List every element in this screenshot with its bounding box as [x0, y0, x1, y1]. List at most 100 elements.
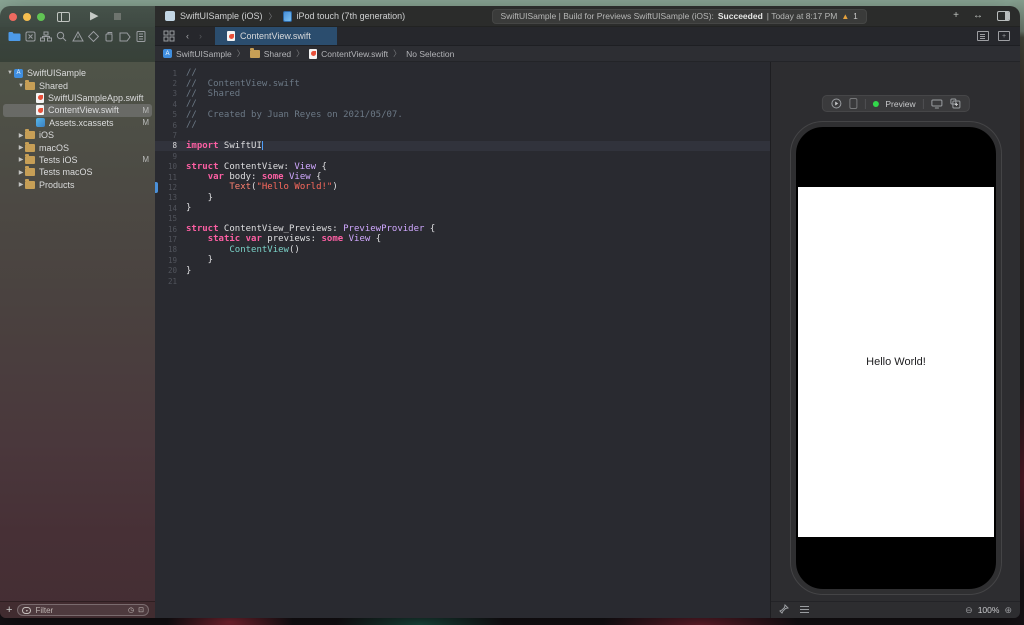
code-line-21[interactable]: 21 [155, 276, 770, 286]
sidebar-item-macos[interactable]: ▶ macOS [0, 141, 155, 153]
file-label: iOS [39, 130, 55, 141]
code-line-9[interactable]: 9 [155, 151, 770, 161]
disclosure-triangle-icon[interactable]: ▶ [17, 156, 25, 163]
code-line-19[interactable]: 19 } [155, 255, 770, 265]
code-line-18[interactable]: 18 ContentView() [155, 245, 770, 255]
code-line-3[interactable]: 3 // Shared [155, 89, 770, 99]
add-file-button[interactable]: + [6, 604, 12, 616]
issue-navigator-icon[interactable] [71, 30, 84, 43]
source-editor[interactable]: 1 // 2 // ContentView.swift 3 // Shared 4 // 5 //… [155, 62, 770, 618]
code-text: // [186, 99, 197, 110]
report-navigator-icon[interactable] [134, 30, 147, 43]
breadcrumb-item[interactable]: A SwiftUISample [163, 49, 232, 59]
filter-field[interactable]: ▾ Filter ◷ ⊡ [17, 604, 149, 616]
sidebar-item-tests-ios[interactable]: ▶ Tests iOS M [0, 153, 155, 166]
sidebar-item-shared[interactable]: ▼ Shared [0, 79, 155, 91]
sidebar-item-swiftuisampleapp-swift[interactable]: SwiftUISampleApp.swift [0, 92, 155, 104]
sidebar-item-ios[interactable]: ▶ iOS [0, 129, 155, 141]
text-cursor [261, 140, 263, 150]
forward-button[interactable]: › [194, 31, 207, 41]
code-line-5[interactable]: 5 // Created by Juan Reyes on 2021/05/07. [155, 110, 770, 120]
folder-icon [25, 153, 35, 164]
breadcrumb-item[interactable]: No Selection [406, 49, 454, 59]
duplicate-preview-icon[interactable] [950, 98, 961, 109]
xcode-window: ▶ SwiftUISample (iOS) 〉 iPod touch (7th … [0, 6, 1020, 618]
filter-placeholder: Filter [35, 605, 54, 615]
pin-preview-icon[interactable] [779, 603, 790, 616]
code-line-16[interactable]: 16 struct ContentView_Previews: PreviewPr… [155, 224, 770, 234]
inspector-toggle-icon[interactable] [997, 11, 1010, 21]
code-line-8[interactable]: 8 import SwiftUI [155, 140, 770, 152]
sidebar-item-swiftuisample[interactable]: ▼ A SwiftUISample [0, 67, 155, 79]
preview-on-device-icon[interactable] [931, 99, 943, 109]
sidebar-item-assets-xcassets[interactable]: Assets.xcassets M [0, 117, 155, 129]
sidebar-item-products[interactable]: ▶ Products [0, 178, 155, 191]
zoom-window-button[interactable] [37, 12, 45, 21]
warning-icon[interactable]: ▲ [841, 12, 849, 21]
code-line-7[interactable]: 7 [155, 130, 770, 140]
breadcrumb-row: A SwiftUISample 〉 Shared 〉 ContentView.swift 〉… [0, 46, 1020, 62]
device-screen[interactable]: Hello World! [798, 187, 994, 537]
preview-list-icon[interactable] [799, 605, 810, 616]
run-button[interactable]: ▶ [90, 11, 98, 22]
navigator-toggle-icon[interactable] [57, 11, 70, 22]
source-control-filter-icon[interactable]: ⊡ [138, 606, 144, 614]
add-editor-icon[interactable]: + [998, 31, 1010, 41]
code-line-10[interactable]: 10 struct ContentView: View { [155, 162, 770, 172]
back-button[interactable]: ‹ [181, 31, 194, 41]
line-number: 5 [172, 110, 177, 120]
zoom-level[interactable]: 100% [978, 605, 1000, 615]
warning-count[interactable]: 1 [853, 12, 857, 21]
zoom-in-icon[interactable]: ⊕ [1004, 605, 1012, 616]
debug-navigator-icon[interactable] [103, 30, 116, 43]
code-line-11[interactable]: 11 var body: some View { [155, 172, 770, 182]
code-text: import SwiftUI [186, 140, 263, 151]
related-items-icon[interactable] [163, 30, 175, 42]
disclosure-triangle-icon[interactable]: ▼ [17, 83, 25, 89]
file-label: Products [39, 179, 75, 190]
code-line-20[interactable]: 20} [155, 265, 770, 276]
find-navigator-icon[interactable] [55, 30, 68, 43]
version-editor-icon[interactable]: ↔ [973, 11, 983, 21]
minimize-window-button[interactable] [23, 12, 31, 21]
sidebar-item-contentview-swift[interactable]: ContentView.swift M [0, 104, 155, 117]
destination-name[interactable]: iPod touch (7th generation) [297, 11, 406, 21]
code-line-17[interactable]: 17 static var previews: some View { [155, 234, 770, 244]
code-line-13[interactable]: 13 } [155, 193, 770, 203]
file-tree: ▼ A SwiftUISample ▼ Shared SwiftUISampleApp.s… [0, 62, 155, 601]
scheme-name[interactable]: SwiftUISample (iOS) [180, 11, 263, 21]
sidebar-item-tests-macos[interactable]: ▶ Tests macOS [0, 166, 155, 178]
code-line-2[interactable]: 2 // ContentView.swift [155, 78, 770, 89]
recent-files-icon[interactable]: ◷ [128, 606, 134, 614]
breadcrumb-item[interactable]: Shared [249, 47, 291, 59]
code-line-12[interactable]: 12 Text("Hello World!") [155, 182, 770, 193]
test-navigator-icon[interactable] [87, 30, 100, 43]
code-line-14[interactable]: 14} [155, 203, 770, 213]
line-number: 18 [167, 245, 177, 255]
code-line-4[interactable]: 4 // [155, 99, 770, 109]
file-label: ContentView.swift [48, 105, 119, 116]
device-preview-icon[interactable] [848, 98, 857, 109]
disclosure-triangle-icon[interactable]: ▶ [17, 169, 25, 176]
code-line-15[interactable]: 15 [155, 213, 770, 223]
code-line-1[interactable]: 1 // [155, 68, 770, 78]
zoom-out-icon[interactable]: ⊖ [965, 605, 973, 616]
activity-status[interactable]: SwiftUISample | Build for Previews Swift… [491, 8, 867, 24]
disclosure-triangle-icon[interactable]: ▼ [6, 70, 14, 76]
breadcrumb-item[interactable]: ContentView.swift [309, 48, 388, 59]
code-line-6[interactable]: 6 // [155, 120, 770, 130]
live-preview-icon[interactable] [830, 98, 841, 109]
scheme-selector[interactable]: SwiftUISample (iOS) 〉 iPod touch (7th ge… [165, 10, 406, 22]
library-add-icon[interactable]: + [953, 11, 959, 21]
breakpoint-navigator-icon[interactable] [118, 30, 131, 43]
tab-contentview[interactable]: ContentView.swift [215, 27, 337, 45]
source-control-navigator-icon[interactable] [24, 30, 37, 43]
project-navigator-icon[interactable] [8, 30, 21, 43]
close-window-button[interactable] [9, 12, 17, 21]
disclosure-triangle-icon[interactable]: ▶ [17, 132, 25, 139]
editor-options-icon[interactable] [977, 31, 989, 41]
symbol-navigator-icon[interactable] [40, 30, 53, 43]
disclosure-triangle-icon[interactable]: ▶ [17, 144, 25, 151]
disclosure-triangle-icon[interactable]: ▶ [17, 181, 25, 188]
stop-button[interactable] [114, 13, 122, 20]
